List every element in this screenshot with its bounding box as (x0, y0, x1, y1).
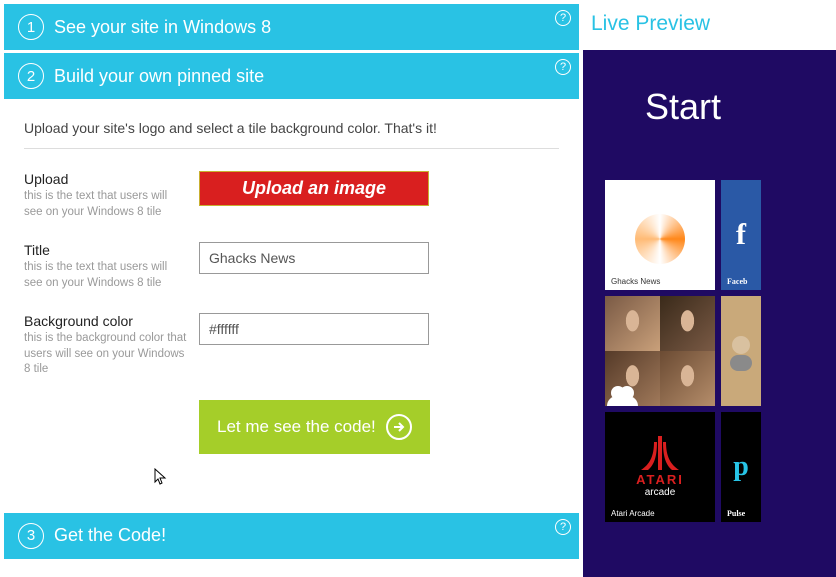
upload-image-button[interactable]: Upload an image (199, 171, 429, 206)
title-row: Title this is the text that users will s… (24, 242, 559, 291)
atari-logo-icon (641, 436, 679, 470)
tiles-grid: Ghacks News ATARI arcade Atari Arcade f (605, 180, 761, 522)
upload-row: Upload this is the text that users will … (24, 171, 559, 220)
help-icon[interactable]: ? (555, 59, 571, 75)
step-3-title: Get the Code! (54, 525, 166, 546)
step-1-title: See your site in Windows 8 (54, 17, 271, 38)
step-3-header[interactable]: 3 Get the Code! ? (4, 513, 579, 559)
tile-photo[interactable] (721, 296, 761, 406)
atari-sub: arcade (645, 487, 676, 498)
tile-facebook[interactable]: f Faceb (721, 180, 761, 290)
facebook-icon: f (736, 218, 746, 252)
bgcolor-input[interactable] (199, 313, 429, 345)
start-label: Start (645, 86, 721, 128)
step-2-title: Build your own pinned site (54, 66, 264, 87)
help-icon[interactable]: ? (555, 519, 571, 535)
preview-panel: Live Preview Start Ghacks News ATARI arc… (583, 0, 836, 577)
arrow-right-icon (386, 414, 412, 440)
title-label: Title (24, 242, 187, 258)
tile-pulse[interactable]: p Pulse (721, 412, 761, 522)
step-1-header[interactable]: 1 See your site in Windows 8 ? (4, 4, 579, 50)
title-input[interactable] (199, 242, 429, 274)
title-label-col: Title this is the text that users will s… (24, 242, 199, 291)
pulse-icon: p (733, 451, 749, 483)
bgcolor-label-col: Background color this is the background … (24, 313, 199, 378)
wizard-panel: 1 See your site in Windows 8 ? 2 Build y… (0, 0, 583, 577)
tile-caption: Ghacks News (611, 277, 660, 286)
upload-hint: this is the text that users will see on … (24, 189, 187, 220)
step-2-header[interactable]: 2 Build your own pinned site ? (4, 53, 579, 99)
see-code-label: Let me see the code! (217, 417, 376, 437)
tile-caption: Faceb (727, 277, 747, 286)
upload-label-col: Upload this is the text that users will … (24, 171, 199, 220)
upload-label: Upload (24, 171, 187, 187)
help-icon[interactable]: ? (555, 10, 571, 26)
step-number-2: 2 (18, 63, 44, 89)
see-code-button[interactable]: Let me see the code! (199, 400, 430, 454)
bgcolor-hint: this is the background color that users … (24, 331, 187, 378)
people-icon (611, 386, 634, 400)
tile-caption: Pulse (727, 509, 745, 518)
title-hint: this is the text that users will see on … (24, 260, 187, 291)
instruction-text: Upload your site's logo and select a til… (24, 120, 559, 149)
bgcolor-label: Background color (24, 313, 187, 329)
cursor-icon (154, 468, 559, 491)
bgcolor-row: Background color this is the background … (24, 313, 559, 378)
step-number-3: 3 (18, 523, 44, 549)
windows8-start-preview: Start Ghacks News ATARI arcade Atari Arc… (583, 50, 836, 577)
tile-atari[interactable]: ATARI arcade Atari Arcade (605, 412, 715, 522)
tile-people[interactable] (605, 296, 715, 406)
tile-caption: Atari Arcade (611, 509, 655, 518)
step-number-1: 1 (18, 14, 44, 40)
ghacks-logo-icon (635, 214, 685, 264)
atari-brand: ATARI (636, 472, 684, 487)
tile-ghacks[interactable]: Ghacks News (605, 180, 715, 290)
person-photo-icon (726, 331, 756, 371)
live-preview-heading: Live Preview (583, 4, 836, 50)
step-2-content: Upload your site's logo and select a til… (4, 102, 579, 511)
